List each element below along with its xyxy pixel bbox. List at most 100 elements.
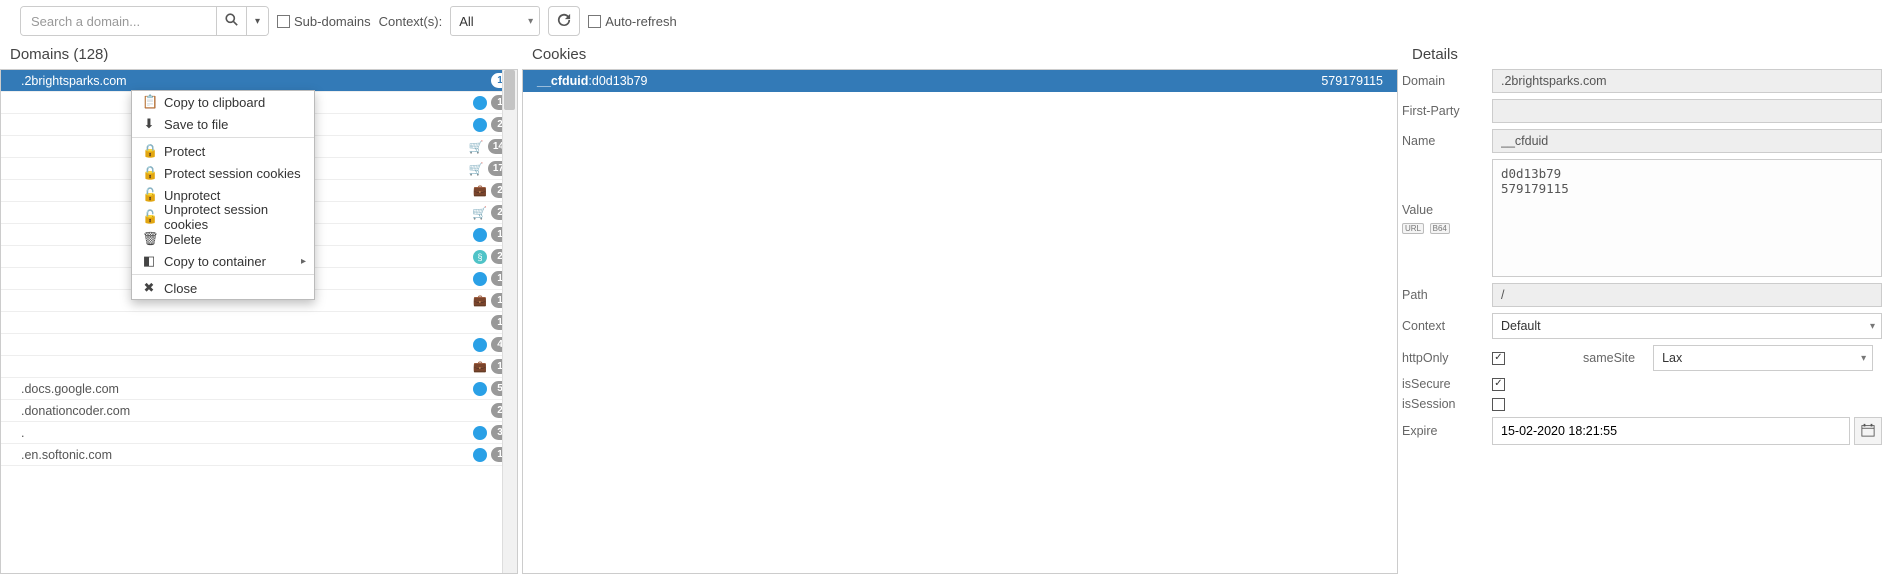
detail-expire-input[interactable] xyxy=(1492,417,1850,445)
container-icon: ◧ xyxy=(142,253,156,269)
cookie-row[interactable]: __cfduid:d0d13b79579179115 xyxy=(523,70,1397,92)
cookies-list[interactable]: __cfduid:d0d13b79579179115 xyxy=(522,69,1398,574)
domain-name: .docs.google.com xyxy=(21,382,119,396)
detail-name-input[interactable] xyxy=(1492,129,1882,153)
scrollbar-thumb[interactable] xyxy=(504,70,515,110)
ctx-label: Delete xyxy=(164,232,202,247)
circle-icon xyxy=(473,338,487,352)
detail-label-value-group: Value URL B64 xyxy=(1402,203,1492,234)
refresh-button[interactable] xyxy=(548,6,580,36)
context-menu: 📋 Copy to clipboard ⬇ Save to file 🔒 Pro… xyxy=(131,90,315,300)
ctx-protect[interactable]: 🔒 Protect xyxy=(132,140,314,162)
details-title: Details xyxy=(1402,42,1882,69)
clipboard-icon: 📋 xyxy=(142,94,156,110)
search-dropdown-button[interactable]: ▾ xyxy=(246,7,268,35)
ctx-protect-session[interactable]: 🔒 Protect session cookies xyxy=(132,162,314,184)
detail-value-textarea[interactable] xyxy=(1492,159,1882,277)
circle-icon xyxy=(473,426,487,440)
domain-row[interactable]: 1 xyxy=(1,312,517,334)
briefcase-icon: 💼 xyxy=(473,360,487,373)
calendar-button[interactable] xyxy=(1854,417,1882,445)
search-button[interactable] xyxy=(216,7,246,35)
detail-label-value: Value xyxy=(1402,203,1492,217)
cart-icon: 🛒 xyxy=(469,162,484,176)
cookie-value-part: 579179115 xyxy=(1321,74,1383,88)
circle-icon xyxy=(473,382,487,396)
tag-url[interactable]: URL xyxy=(1402,223,1424,234)
close-icon: ✖ xyxy=(142,280,156,296)
detail-samesite-value: Lax xyxy=(1662,351,1682,365)
httponly-row: ✓ sameSite Lax xyxy=(1492,345,1882,371)
lock-icon: 🔒 xyxy=(142,165,156,181)
cookies-title: Cookies xyxy=(522,42,1398,69)
detail-path-input[interactable] xyxy=(1492,283,1882,307)
details-column: Details Domain First-Party Name Value UR… xyxy=(1402,42,1902,574)
unlock-icon: 🔓 xyxy=(142,209,156,225)
tag-b64[interactable]: B64 xyxy=(1430,223,1450,234)
domain-name: .donationcoder.com xyxy=(21,404,130,418)
circle-icon xyxy=(473,272,487,286)
subdomains-label: Sub-domains xyxy=(294,14,371,29)
ctx-delete[interactable]: 🗑 Delete xyxy=(132,228,314,250)
lock-icon: 🔒 xyxy=(142,143,156,159)
main: Domains (128) .2brightsparks.com112🛒14🛒1… xyxy=(0,42,1902,574)
search-group: ▾ xyxy=(20,6,269,36)
domains-title: Domains (128) xyxy=(0,42,518,69)
domains-column: Domains (128) .2brightsparks.com112🛒14🛒1… xyxy=(0,42,518,574)
briefcase-icon: 💼 xyxy=(473,294,487,307)
issession-row xyxy=(1492,398,1882,411)
httponly-checkbox[interactable]: ✓ xyxy=(1492,352,1505,365)
ctx-copy-clipboard[interactable]: 📋 Copy to clipboard xyxy=(132,91,314,113)
unlock-icon: 🔓 xyxy=(142,187,156,203)
chevron-down-icon: ▾ xyxy=(255,16,260,27)
ctx-save-file[interactable]: ⬇ Save to file xyxy=(132,113,314,135)
detail-context-select[interactable]: Default xyxy=(1492,313,1882,339)
detail-firstparty-input[interactable] xyxy=(1492,99,1882,123)
detail-domain-input[interactable] xyxy=(1492,69,1882,93)
contexts-label: Context(s): xyxy=(379,14,443,29)
cart-icon: 🛒 xyxy=(469,140,484,154)
domain-name: . xyxy=(21,426,24,440)
detail-label-firstparty: First-Party xyxy=(1402,104,1492,118)
domain-row[interactable]: .en.softonic.com1 xyxy=(1,444,517,466)
detail-label-samesite: sameSite xyxy=(1583,351,1635,365)
domain-name: .en.softonic.com xyxy=(21,448,112,462)
domain-row[interactable]: 💼1 xyxy=(1,356,517,378)
separator xyxy=(132,137,314,138)
expire-group xyxy=(1492,417,1882,445)
domains-list[interactable]: .2brightsparks.com112🛒14🛒17💼2🛒2121💼114💼1… xyxy=(0,69,518,574)
issecure-row: ✓ xyxy=(1492,378,1882,391)
detail-label-issecure: isSecure xyxy=(1402,377,1492,391)
ctx-label: Copy to clipboard xyxy=(164,95,265,110)
autorefresh-checkbox[interactable]: Auto-refresh xyxy=(588,14,677,29)
domain-row[interactable]: .donationcoder.com2 xyxy=(1,400,517,422)
detail-label-context: Context xyxy=(1402,319,1492,333)
ctx-copy-container[interactable]: ◧ Copy to container xyxy=(132,250,314,272)
domain-row[interactable]: .2brightsparks.com1 xyxy=(1,70,517,92)
contexts-select[interactable]: All xyxy=(450,6,540,36)
detail-label-expire: Expire xyxy=(1402,424,1492,438)
detail-label-httponly: httpOnly xyxy=(1402,351,1492,365)
issecure-checkbox[interactable]: ✓ xyxy=(1492,378,1505,391)
refresh-icon xyxy=(557,13,571,30)
download-icon: ⬇ xyxy=(142,116,156,132)
toolbar: ▾ Sub-domains Context(s): All Auto-refre… xyxy=(0,0,1902,42)
issession-checkbox[interactable] xyxy=(1492,398,1505,411)
domain-row[interactable]: .3 xyxy=(1,422,517,444)
autorefresh-label: Auto-refresh xyxy=(605,14,677,29)
search-input[interactable] xyxy=(21,7,216,35)
detail-samesite-select[interactable]: Lax xyxy=(1653,345,1873,371)
detail-label-domain: Domain xyxy=(1402,74,1492,88)
domain-row[interactable]: .docs.google.com5 xyxy=(1,378,517,400)
domain-row[interactable]: 4 xyxy=(1,334,517,356)
ctx-label: Protect session cookies xyxy=(164,166,301,181)
ctx-unprotect-session[interactable]: 🔓 Unprotect session cookies xyxy=(132,206,314,228)
cookies-column: Cookies __cfduid:d0d13b79579179115 xyxy=(518,42,1402,574)
scrollbar[interactable] xyxy=(502,70,517,573)
detail-label-name: Name xyxy=(1402,134,1492,148)
ctx-close[interactable]: ✖ Close xyxy=(132,277,314,299)
circle-icon xyxy=(473,228,487,242)
subdomains-checkbox[interactable]: Sub-domains xyxy=(277,14,371,29)
ctx-label: Save to file xyxy=(164,117,228,132)
briefcase-icon: 💼 xyxy=(473,184,487,197)
